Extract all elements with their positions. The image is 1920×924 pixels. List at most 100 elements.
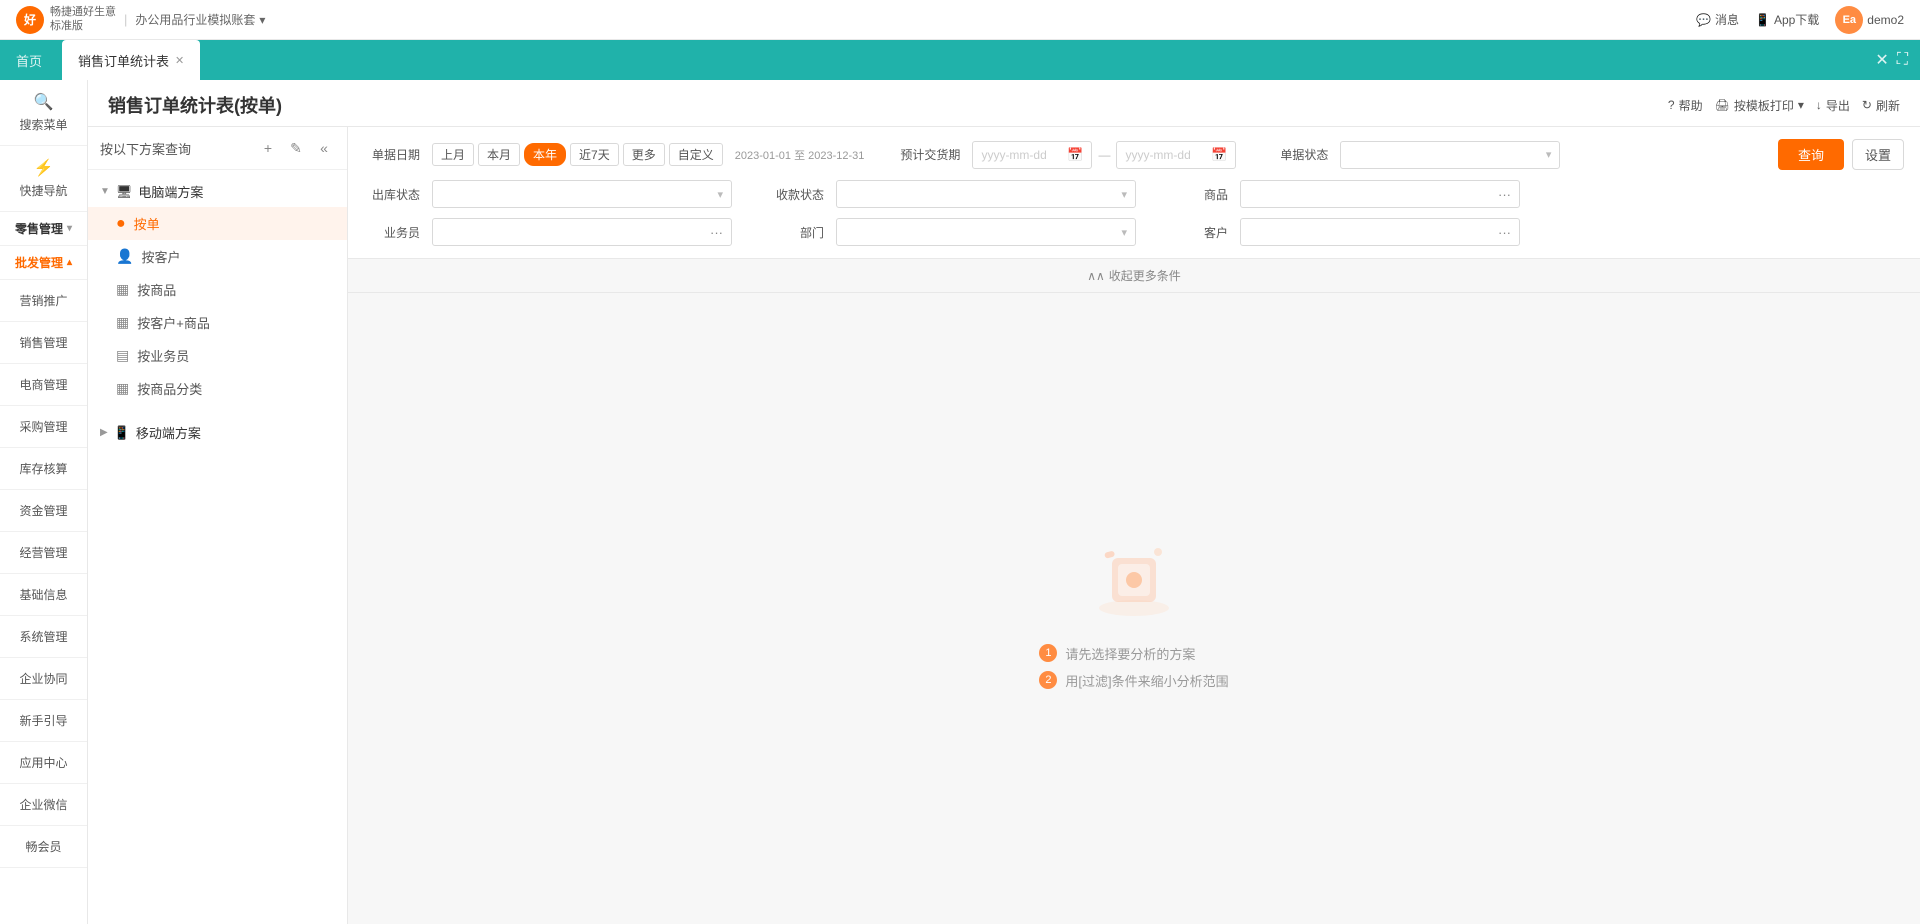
expected-delivery-input: yyyy-mm-dd 📅 — yyyy-mm-dd 📅 [972,141,1236,169]
print-button[interactable]: 🖨 按模板打印 ▾ [1715,97,1804,114]
left-panel-header: 按以下方案查询 + ✎ « [88,127,347,170]
department-select[interactable]: ▾ [836,218,1136,246]
delivery-date-from[interactable]: yyyy-mm-dd 📅 [972,141,1092,169]
select-arrow-icon: ▾ [1546,148,1552,161]
two-panel: 按以下方案查询 + ✎ « ▼ 🖥 电脑端方案 ● [88,127,1920,924]
filter-row-date: 单据日期 上月 本月 本年 近7天 更多 自定义 2023-01-01 至 20… [364,139,1904,170]
salesperson-more-icon[interactable]: ··· [710,225,723,240]
chevron-up-icon: ▴ [67,257,72,268]
app-download-button[interactable]: 📱 App下载 [1755,11,1819,28]
refresh-icon: ↻ [1862,98,1872,112]
sidebar-item-basic[interactable]: 基础信息 [0,574,87,616]
avatar: Ea [1835,6,1863,34]
desktop-section-title[interactable]: ▼ 🖥 电脑端方案 [88,176,347,207]
tab-bar: 首页 销售订单统计表 ✕ ✕ ⛶ [0,40,1920,80]
help-button[interactable]: ? 帮助 [1668,97,1703,114]
filter-row-sales: 业务员 ··· 部门 ▾ 客户 ··· [364,218,1904,246]
salesperson-input[interactable]: ··· [432,218,732,246]
sidebar-item-member[interactable]: 畅会员 [0,826,87,868]
chevron-icon: ▾ [67,223,72,234]
tab-bar-actions: ✕ ⛶ [1875,50,1920,70]
collapse-panel-button[interactable]: « [313,137,335,159]
sidebar-item-system[interactable]: 系统管理 [0,616,87,658]
payment-select-arrow-icon: ▾ [1121,188,1127,201]
category-icon: ▦ [116,380,129,397]
sidebar-item-search[interactable]: 🔍 搜索菜单 [0,80,87,146]
scheme-by-order[interactable]: ● 按单 [88,207,347,240]
customer-input[interactable]: ··· [1240,218,1520,246]
person-icon: 👤 [116,248,133,265]
collapse-bar[interactable]: ∧∧ 收起更多条件 [348,259,1920,293]
sidebar-item-ecommerce[interactable]: 电商管理 [0,364,87,406]
quicknav-icon: ⚡ [34,158,54,178]
salesperson-label: 业务员 [364,224,420,241]
tab-close-icon[interactable]: ✕ [175,54,184,67]
sidebar-item-operations[interactable]: 经营管理 [0,532,87,574]
left-panel-actions: + ✎ « [257,137,335,159]
computer-icon: 🖥 [116,184,133,200]
delivery-status-select[interactable]: ▾ [432,180,732,208]
mobile-scheme-section: ▶ 📱 移动端方案 [88,411,347,454]
search-button[interactable]: 查询 [1778,139,1844,170]
sidebar-item-purchase[interactable]: 采购管理 [0,406,87,448]
scheme-by-salesperson[interactable]: ▤ 按业务员 [88,339,347,372]
thismonth-button[interactable]: 本月 [478,143,520,166]
add-scheme-button[interactable]: + [257,137,279,159]
delivery-date-to[interactable]: yyyy-mm-dd 📅 [1116,141,1236,169]
sidebar-item-wechat[interactable]: 企业微信 [0,784,87,826]
order-status-select[interactable]: ▾ [1340,141,1560,169]
sidebar-item-inventory[interactable]: 库存核算 [0,448,87,490]
custom-date-button[interactable]: 自定义 [669,143,723,166]
sidebar-item-appcenter[interactable]: 应用中心 [0,742,87,784]
sidebar-item-sales[interactable]: 销售管理 [0,322,87,364]
product-more-icon[interactable]: ··· [1498,187,1511,202]
more-date-button[interactable]: 更多 [623,143,665,166]
left-panel: 按以下方案查询 + ✎ « ▼ 🖥 电脑端方案 ● [88,127,348,924]
user-profile[interactable]: Ea demo2 [1835,6,1904,34]
sidebar-item-quicknav[interactable]: ⚡ 快捷导航 [0,146,87,212]
close-tab-button[interactable]: ✕ [1875,50,1888,70]
sidebar-item-enterprise[interactable]: 企业协同 [0,658,87,700]
collapse-text: ∧∧ 收起更多条件 [1087,267,1181,284]
department-arrow-icon: ▾ [1121,226,1127,239]
hint-circle-1: 1 [1039,644,1057,662]
filter-row-status: 出库状态 ▾ 收款状态 ▾ 商品 ··· [364,180,1904,208]
product-input[interactable]: ··· [1240,180,1520,208]
date-buttons: 上月 本月 本年 近7天 更多 自定义 [432,143,723,166]
calendar2-icon: 📅 [1211,147,1227,163]
empty-text: 1 请先选择要分析的方案 2 用[过滤]条件来缩小分析范围 [1039,644,1228,690]
date-range-text: 2023-01-01 至 2023-12-31 [735,147,865,163]
refresh-button[interactable]: ↻ 刷新 [1862,97,1900,114]
scheme-by-product[interactable]: ▦ 按商品 [88,273,347,306]
setting-button[interactable]: 设置 [1852,139,1904,170]
export-button[interactable]: ↓ 导出 [1816,97,1850,114]
sidebar-item-marketing[interactable]: 营销推广 [0,280,87,322]
sidebar-item-retail[interactable]: 零售管理 ▾ [0,212,87,246]
sidebar-item-newbie[interactable]: 新手引导 [0,700,87,742]
scheme-by-cust-prod[interactable]: ▦ 按客户+商品 [88,306,347,339]
customer-more-icon[interactable]: ··· [1498,225,1511,240]
logo-area: 好 畅捷通好生意 标准版 [16,6,116,34]
filter-action-buttons: 查询 设置 [1778,139,1904,170]
print-arrow-icon: ▾ [1798,98,1804,112]
message-icon: 💬 [1696,13,1711,27]
sidebar-item-wholesale[interactable]: 批发管理 ▴ [0,246,87,280]
sidebar-item-finance[interactable]: 资金管理 [0,490,87,532]
last7days-button[interactable]: 近7天 [570,143,619,166]
thisyear-button[interactable]: 本年 [524,143,566,166]
empty-state: 1 请先选择要分析的方案 2 用[过滤]条件来缩小分析范围 [348,293,1920,924]
breadcrumb[interactable]: 办公用品行业模拟账套 ▾ [135,11,265,28]
payment-status-select[interactable]: ▾ [836,180,1136,208]
date-separator: — [1098,148,1110,162]
expand-button[interactable]: ⛶ [1897,51,1908,69]
edit-scheme-button[interactable]: ✎ [285,137,307,159]
scheme-by-category[interactable]: ▦ 按商品分类 [88,372,347,405]
circle-icon: ● [116,215,126,233]
tab-order-stats[interactable]: 销售订单统计表 ✕ [62,40,200,80]
mobile-icon: 📱 [114,425,130,441]
scheme-by-customer[interactable]: 👤 按客户 [88,240,347,273]
lastmonth-button[interactable]: 上月 [432,143,474,166]
tab-home[interactable]: 首页 [0,40,58,80]
mobile-section-title[interactable]: ▶ 📱 移动端方案 [88,417,347,448]
message-button[interactable]: 💬 消息 [1696,11,1739,28]
